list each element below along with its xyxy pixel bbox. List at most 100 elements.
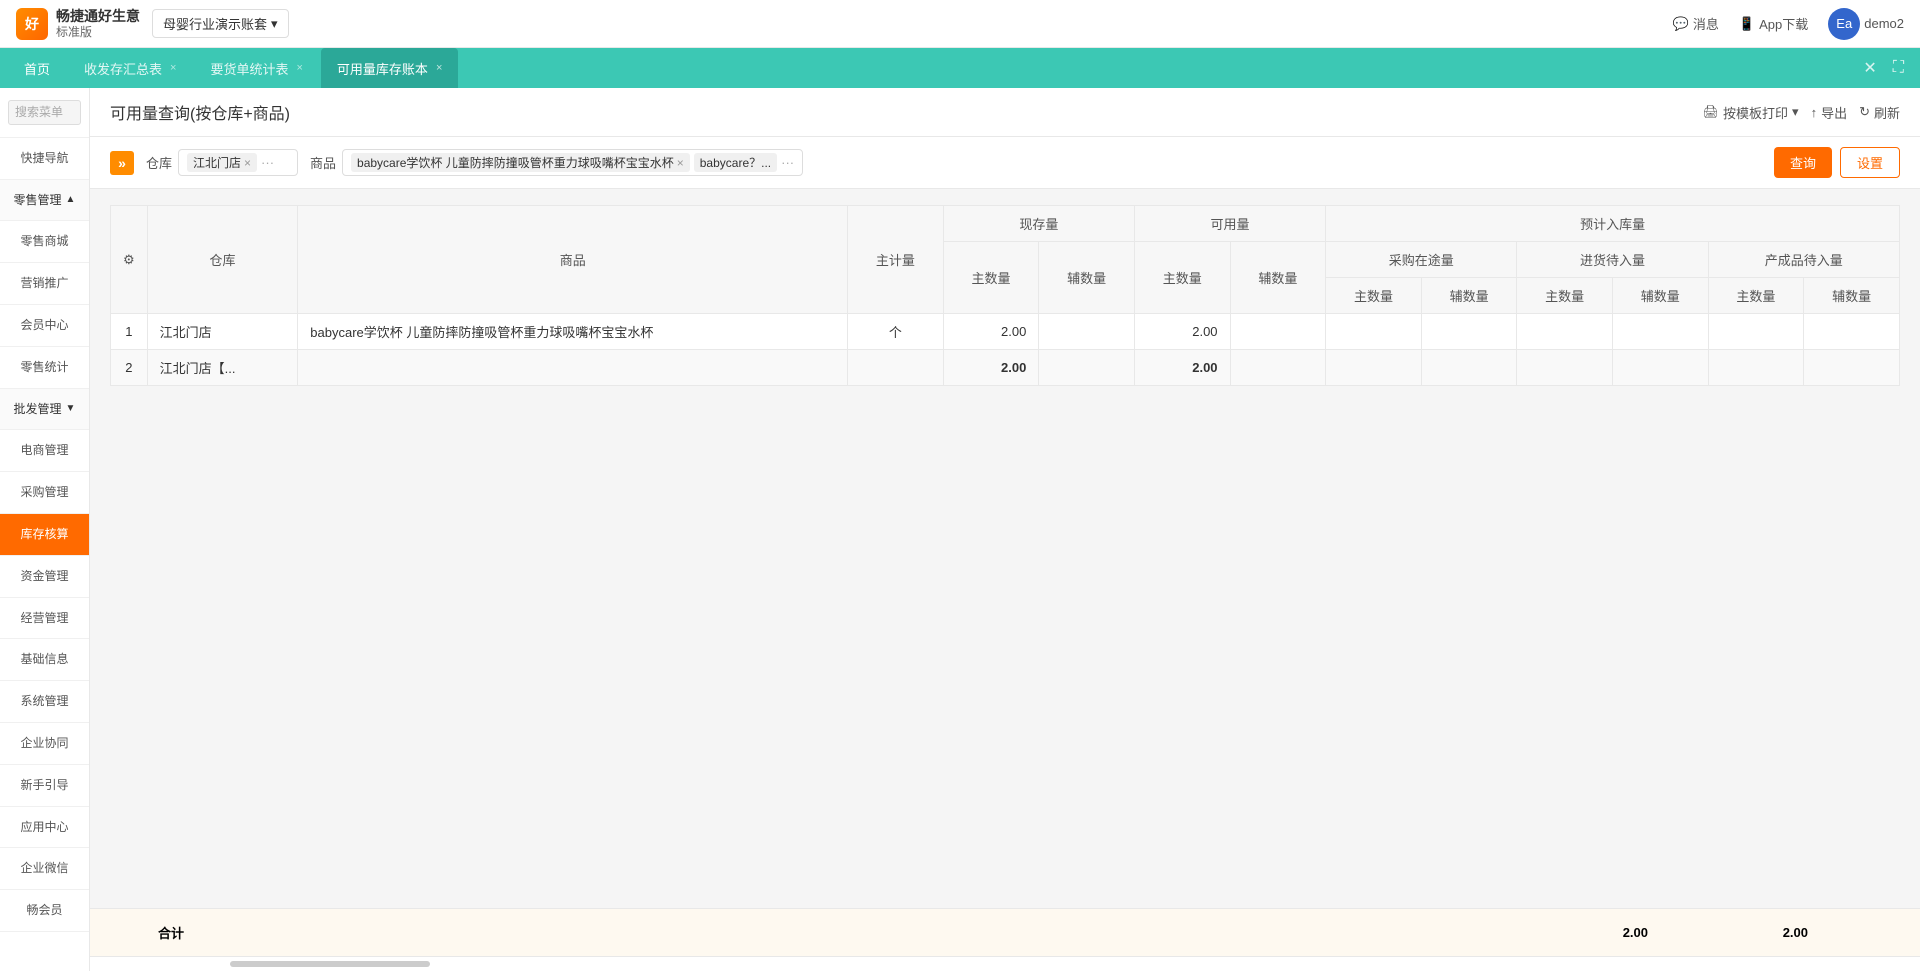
close-tab-order[interactable]: ×	[296, 62, 302, 74]
product-ellipsis: ···	[781, 155, 794, 170]
close-all-tabs[interactable]: ✕	[1859, 54, 1880, 82]
filter-actions: 查询 设置	[1774, 147, 1900, 178]
message-button[interactable]: 💬 消息	[1673, 14, 1719, 33]
row2-current-aux	[1039, 350, 1135, 386]
filter-ellipsis: ···	[261, 155, 274, 170]
maximize-icon[interactable]: ⛶	[1889, 55, 1908, 81]
sidebar-item-purchase[interactable]: 采购管理	[0, 472, 89, 514]
sidebar-item-operations[interactable]: 经营管理	[0, 598, 89, 640]
sidebar-item-member[interactable]: 畅会员	[0, 890, 89, 932]
warehouse-filter: 仓库 江北门店 × ···	[146, 149, 298, 176]
sidebar-item-ecommerce[interactable]: 电商管理	[0, 430, 89, 472]
search-input-placeholder[interactable]: 搜索菜单	[8, 100, 81, 125]
arrow-icon: ▲	[66, 193, 76, 207]
sidebar-item-basic-info[interactable]: 基础信息	[0, 639, 89, 681]
remove-warehouse-tag[interactable]: ×	[244, 156, 251, 170]
product-label: 商品	[310, 153, 336, 172]
product-filter: 商品 babycare学饮杯 儿童防摔防撞吸管杯重力球吸嘴杯宝宝水杯 × bab…	[310, 149, 803, 176]
top-bar-left: 好 畅捷通好生意 标准版 母婴行业演示账套 ▾	[16, 7, 289, 41]
print-dropdown-icon: ▾	[1792, 104, 1799, 120]
sidebar-item-wechat[interactable]: 企业微信	[0, 848, 89, 890]
row2-incoming-aux	[1612, 350, 1708, 386]
th-incoming-aux: 辅数量	[1612, 278, 1708, 314]
th-purchase-main: 主数量	[1326, 278, 1422, 314]
th-purchase-aux: 辅数量	[1421, 278, 1517, 314]
filter-bar: » 仓库 江北门店 × ··· 商品 babycare学饮杯 儿童防摔防撞吸管杯…	[90, 137, 1920, 189]
app-download-button[interactable]: 📱 App下载	[1739, 14, 1808, 33]
export-button[interactable]: ↑ 导出	[1811, 103, 1848, 122]
table-area: ⚙ 仓库 商品 主计量 现存量 可用量 预计入库量 主数量 辅数量 主数量 辅数…	[90, 189, 1920, 908]
sidebar-item-system[interactable]: 系统管理	[0, 681, 89, 723]
th-avail-aux: 辅数量	[1230, 242, 1326, 314]
th-current-stock: 现存量	[943, 206, 1134, 242]
arrow-icon2: ▼	[66, 402, 76, 416]
header-actions: 🖨 按模板打印 ▾ ↑ 导出 ↻ 刷新	[1703, 103, 1901, 122]
sidebar-item-marketing[interactable]: 营销推广	[0, 263, 89, 305]
sidebar-item-app-center[interactable]: 应用中心	[0, 807, 89, 849]
settings-button[interactable]: 设置	[1840, 147, 1900, 178]
scroll-bar-area	[90, 956, 1920, 971]
row2-product	[298, 350, 848, 386]
app-icon: 📱	[1739, 16, 1755, 32]
row2-purchase-main	[1326, 350, 1422, 386]
main-layout: 搜索菜单 快捷导航 零售管理 ▲ 零售商城 营销推广 会员中心 零售统计 批发管…	[0, 88, 1920, 971]
avatar: Ea	[1828, 8, 1860, 40]
export-icon: ↑	[1811, 105, 1818, 120]
th-current-aux: 辅数量	[1039, 242, 1135, 314]
tab-available-stock[interactable]: 可用量库存账本 ×	[321, 48, 458, 88]
filter-toggle-button[interactable]: »	[110, 151, 134, 175]
sidebar-item-retail-mall[interactable]: 零售商城	[0, 221, 89, 263]
row2-avail-aux	[1230, 350, 1326, 386]
row1-purchase-aux	[1421, 314, 1517, 350]
close-tab-available[interactable]: ×	[436, 62, 442, 74]
summary-current-main: 2.00	[1580, 917, 1660, 948]
row1-finished-aux	[1804, 314, 1900, 350]
tab-order-stats[interactable]: 要货单统计表 ×	[194, 48, 318, 88]
sidebar-item-retail-stats[interactable]: 零售统计	[0, 347, 89, 389]
warehouse-label: 仓库	[146, 153, 172, 172]
query-button[interactable]: 查询	[1774, 147, 1832, 178]
th-planned-inbound: 预计入库量	[1326, 206, 1900, 242]
warehouse-tag-container[interactable]: 江北门店 × ···	[178, 149, 298, 176]
sidebar-item-quick-nav[interactable]: 快捷导航	[0, 138, 89, 180]
warehouse-tag: 江北门店 ×	[187, 153, 257, 172]
tab-home[interactable]: 首页	[8, 48, 66, 88]
nav-tabs-actions: ✕ ⛶	[1859, 48, 1912, 88]
product-tag1: babycare学饮杯 儿童防摔防撞吸管杯重力球吸嘴杯宝宝水杯 ×	[351, 153, 690, 172]
th-finished-goods: 产成品待入量	[1708, 242, 1899, 278]
sidebar-item-inventory[interactable]: 库存核算	[0, 514, 89, 556]
sidebar-item-member-center[interactable]: 会员中心	[0, 305, 89, 347]
row2-avail-main: 2.00	[1134, 350, 1230, 386]
close-tab-receive[interactable]: ×	[170, 62, 176, 74]
sidebar-item-new-guide[interactable]: 新手引导	[0, 765, 89, 807]
th-finished-aux: 辅数量	[1804, 278, 1900, 314]
message-icon: 💬	[1673, 16, 1689, 32]
tab-receive-summary[interactable]: 收发存汇总表 ×	[68, 48, 192, 88]
print-button[interactable]: 🖨 按模板打印 ▾	[1703, 103, 1799, 122]
horizontal-scrollbar[interactable]	[230, 961, 430, 967]
sidebar-item-finance[interactable]: 资金管理	[0, 556, 89, 598]
sidebar-item-wholesale-mgmt[interactable]: 批发管理 ▼	[0, 389, 89, 431]
th-available: 可用量	[1134, 206, 1325, 242]
th-settings[interactable]: ⚙	[111, 206, 148, 314]
logo-area: 好 畅捷通好生意 标准版	[16, 7, 140, 41]
row1-product: babycare学饮杯 儿童防摔防撞吸管杯重力球吸嘴杯宝宝水杯	[298, 314, 848, 350]
sidebar-item-retail-mgmt[interactable]: 零售管理 ▲	[0, 180, 89, 222]
row1-avail-main: 2.00	[1134, 314, 1230, 350]
remove-product-tag1[interactable]: ×	[677, 156, 684, 170]
row2-unit	[848, 350, 944, 386]
th-incoming: 进货待入量	[1517, 242, 1708, 278]
table-row: 2 江北门店【... 2.00 2.00	[111, 350, 1900, 386]
chevron-down-icon: ▾	[271, 16, 278, 32]
print-icon: 🖨	[1703, 104, 1720, 120]
refresh-button[interactable]: ↻ 刷新	[1859, 103, 1900, 122]
product-tag-container[interactable]: babycare学饮杯 儿童防摔防撞吸管杯重力球吸嘴杯宝宝水杯 × babyca…	[342, 149, 803, 176]
sidebar-item-enterprise-collab[interactable]: 企业协同	[0, 723, 89, 765]
table-row: 1 江北门店 babycare学饮杯 儿童防摔防撞吸管杯重力球吸嘴杯宝宝水杯 个…	[111, 314, 1900, 350]
user-profile[interactable]: Ea demo2	[1828, 8, 1904, 40]
industry-selector[interactable]: 母婴行业演示账套 ▾	[152, 9, 289, 38]
nav-tabs: 首页 收发存汇总表 × 要货单统计表 × 可用量库存账本 × ✕ ⛶	[0, 48, 1920, 88]
th-avail-main: 主数量	[1134, 242, 1230, 314]
main-content: 可用量查询(按仓库+商品) 🖨 按模板打印 ▾ ↑ 导出 ↻ 刷新 »	[90, 88, 1920, 971]
settings-icon: ⚙	[123, 252, 135, 267]
